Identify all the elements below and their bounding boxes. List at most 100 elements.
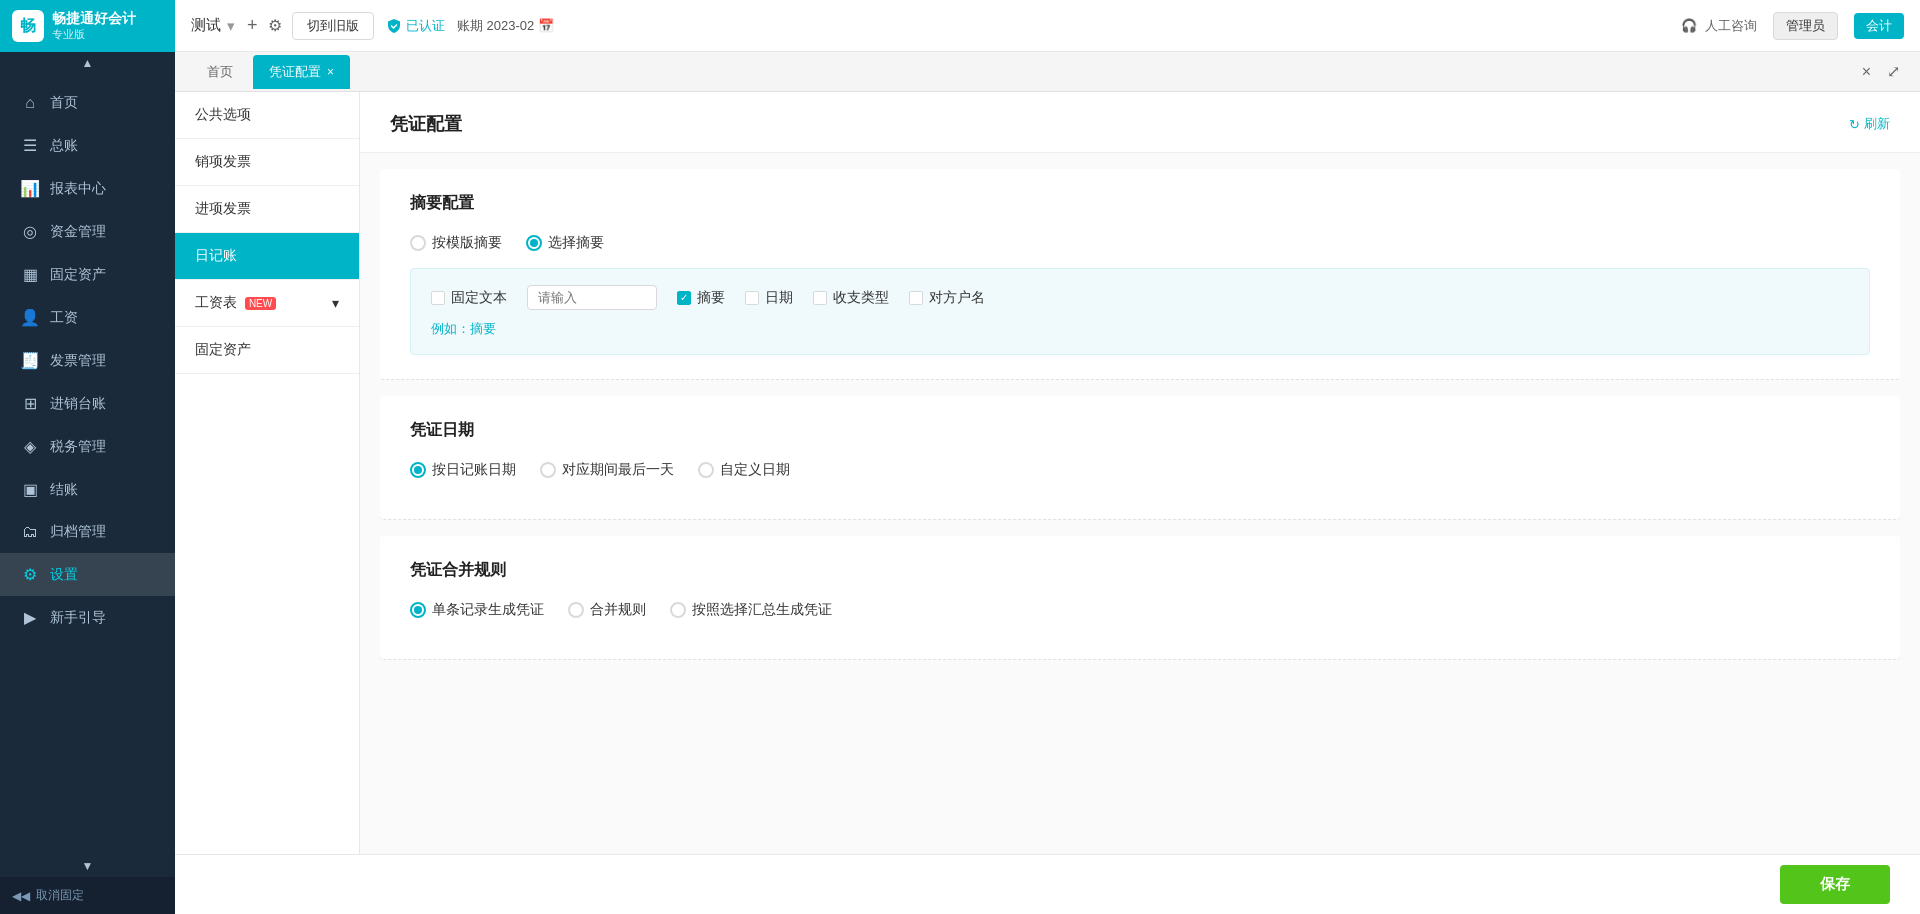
menu-public[interactable]: 公共选项 bbox=[175, 92, 359, 139]
fixed-text-input[interactable] bbox=[527, 285, 657, 310]
cb-counterpart[interactable]: 对方户名 bbox=[909, 289, 985, 307]
project-selector[interactable]: 测试 ▾ bbox=[191, 16, 235, 35]
date-radio-period-last[interactable]: 对应期间最后一天 bbox=[540, 461, 674, 479]
pin-icon: ◀◀ bbox=[12, 889, 30, 903]
human-consult[interactable]: 🎧 人工咨询 bbox=[1681, 17, 1757, 35]
newuser-icon: ▶ bbox=[20, 608, 40, 627]
scroll-up-btn[interactable]: ▲ bbox=[0, 52, 175, 74]
sidebar-item-funds[interactable]: ◎ 资金管理 bbox=[0, 210, 175, 253]
sidebar-item-ledger[interactable]: ☰ 总账 bbox=[0, 124, 175, 167]
sidebar-item-trade[interactable]: ⊞ 进销台账 bbox=[0, 382, 175, 425]
logo-edition: 专业版 bbox=[52, 27, 136, 42]
sidebar-item-newuser[interactable]: ▶ 新手引导 bbox=[0, 596, 175, 639]
certified-badge: 已认证 bbox=[386, 17, 445, 35]
right-panel: 凭证配置 ↻ 刷新 摘要配置 按模版摘要 选择摘要 bbox=[360, 92, 1920, 854]
sidebar-label-ledger: 总账 bbox=[50, 137, 78, 155]
admin-btn[interactable]: 管理员 bbox=[1773, 12, 1838, 40]
bottom-bar: 保存 bbox=[175, 854, 1920, 914]
checkbox-date bbox=[745, 291, 759, 305]
tab-voucher-config[interactable]: 凭证配置 × bbox=[253, 55, 350, 89]
summary-radio-template[interactable]: 按模版摘要 bbox=[410, 234, 502, 252]
sidebar-label-newuser: 新手引导 bbox=[50, 609, 106, 627]
merge-config-section: 凭证合并规则 单条记录生成凭证 合并规则 按照选择汇总生成凭证 bbox=[380, 536, 1900, 660]
sidebar-label-archive: 归档管理 bbox=[50, 523, 106, 541]
sidebar-item-home[interactable]: ⌂ 首页 bbox=[0, 82, 175, 124]
tab-close-icon[interactable]: × bbox=[327, 65, 334, 79]
settings-icon: ⚙ bbox=[20, 565, 40, 584]
cb-summary[interactable]: ✓ 摘要 bbox=[677, 289, 725, 307]
menu-fixed-assets[interactable]: 固定资产 bbox=[175, 327, 359, 374]
example-text: 例如：摘要 bbox=[431, 320, 1849, 338]
sidebar-label-assets: 固定资产 bbox=[50, 266, 106, 284]
scroll-down-btn[interactable]: ▼ bbox=[0, 855, 175, 877]
radio-circle-select bbox=[526, 235, 542, 251]
menu-purchase-invoice[interactable]: 进项发票 bbox=[175, 186, 359, 233]
project-name: 测试 bbox=[191, 16, 221, 35]
assets-icon: ▦ bbox=[20, 265, 40, 284]
radio-circle-diary-date bbox=[410, 462, 426, 478]
sidebar-label-settings: 设置 bbox=[50, 566, 78, 584]
save-button[interactable]: 保存 bbox=[1780, 865, 1890, 904]
sidebar-item-assets[interactable]: ▦ 固定资产 bbox=[0, 253, 175, 296]
menu-sales-invoice[interactable]: 销项发票 bbox=[175, 139, 359, 186]
sidebar-label-invoice: 发票管理 bbox=[50, 352, 106, 370]
menu-payroll[interactable]: 工资表 NEW ▾ bbox=[175, 280, 359, 327]
summary-options-row: 固定文本 ✓ 摘要 日期 收支类型 bbox=[431, 285, 1849, 310]
date-radio-custom[interactable]: 自定义日期 bbox=[698, 461, 790, 479]
tax-icon: ◈ bbox=[20, 437, 40, 456]
period-label: 账期 bbox=[457, 17, 483, 35]
gear-icon[interactable]: ⚙ bbox=[268, 16, 282, 35]
switch-old-btn[interactable]: 切到旧版 bbox=[292, 12, 374, 40]
period-display: 账期 2023-02 📅 bbox=[457, 17, 555, 35]
merge-radio-rule[interactable]: 合并规则 bbox=[568, 601, 646, 619]
sidebar-label-reports: 报表中心 bbox=[50, 180, 106, 198]
sidebar-item-settings[interactable]: ⚙ 设置 bbox=[0, 553, 175, 596]
radio-circle-template bbox=[410, 235, 426, 251]
tab-home[interactable]: 首页 bbox=[191, 55, 249, 89]
sidebar-item-reports[interactable]: 📊 报表中心 bbox=[0, 167, 175, 210]
close-window-btn[interactable]: × bbox=[1858, 58, 1875, 85]
merge-section-title: 凭证合并规则 bbox=[410, 560, 1870, 581]
sidebar-item-salary[interactable]: 👤 工资 bbox=[0, 296, 175, 339]
topbar-actions: + ⚙ 切到旧版 bbox=[247, 12, 374, 40]
chevron-icon: ▾ bbox=[332, 295, 339, 311]
topbar: 测试 ▾ + ⚙ 切到旧版 已认证 账期 2023-02 📅 🎧 人工咨询 管理… bbox=[175, 0, 1920, 52]
cb-fixed-text[interactable]: 固定文本 bbox=[431, 289, 507, 307]
reports-icon: 📊 bbox=[20, 179, 40, 198]
period-value: 2023-02 bbox=[487, 18, 535, 33]
radio-circle-custom-date bbox=[698, 462, 714, 478]
topbar-right: 🎧 人工咨询 管理员 会计 bbox=[1681, 12, 1904, 40]
cb-date[interactable]: 日期 bbox=[745, 289, 793, 307]
menu-diary[interactable]: 日记账 bbox=[175, 233, 359, 280]
sidebar-nav: ⌂ 首页 ☰ 总账 📊 报表中心 ◎ 资金管理 ▦ 固定资产 👤 工资 🧾 发票… bbox=[0, 74, 175, 855]
sidebar-item-archive[interactable]: 🗂 归档管理 bbox=[0, 511, 175, 553]
expand-window-btn[interactable]: ⤢ bbox=[1883, 58, 1904, 85]
cb-pay-type[interactable]: 收支类型 bbox=[813, 289, 889, 307]
sidebar-item-invoice[interactable]: 🧾 发票管理 bbox=[0, 339, 175, 382]
summary-radio-select[interactable]: 选择摘要 bbox=[526, 234, 604, 252]
merge-radio-single[interactable]: 单条记录生成凭证 bbox=[410, 601, 544, 619]
logo-name: 畅捷通好会计 bbox=[52, 10, 136, 27]
sidebar-label-trade: 进销台账 bbox=[50, 395, 106, 413]
content-area: 公共选项 销项发票 进项发票 日记账 工资表 NEW ▾ 固定资产 bbox=[175, 92, 1920, 854]
checkbox-counterpart bbox=[909, 291, 923, 305]
add-icon[interactable]: + bbox=[247, 15, 258, 36]
refresh-btn[interactable]: ↻ 刷新 bbox=[1849, 115, 1890, 133]
radio-circle-single bbox=[410, 602, 426, 618]
trade-icon: ⊞ bbox=[20, 394, 40, 413]
sidebar-item-tax[interactable]: ◈ 税务管理 bbox=[0, 425, 175, 468]
sidebar-item-closing[interactable]: ▣ 结账 bbox=[0, 468, 175, 511]
closing-icon: ▣ bbox=[20, 480, 40, 499]
new-badge: NEW bbox=[245, 297, 276, 310]
page-title: 凭证配置 bbox=[390, 112, 462, 136]
calendar-icon[interactable]: 📅 bbox=[538, 18, 554, 33]
checkbox-fixed-text bbox=[431, 291, 445, 305]
date-config-section: 凭证日期 按日记账日期 对应期间最后一天 自定义日期 bbox=[380, 396, 1900, 520]
date-radio-group: 按日记账日期 对应期间最后一天 自定义日期 bbox=[410, 461, 1870, 479]
cancel-fixed-btn[interactable]: ◀◀ 取消固定 bbox=[0, 877, 175, 914]
summary-radio-group: 按模版摘要 选择摘要 bbox=[410, 234, 1870, 252]
archive-icon: 🗂 bbox=[20, 523, 40, 541]
merge-radio-select[interactable]: 按照选择汇总生成凭证 bbox=[670, 601, 832, 619]
date-radio-diary[interactable]: 按日记账日期 bbox=[410, 461, 516, 479]
checkbox-summary: ✓ bbox=[677, 291, 691, 305]
